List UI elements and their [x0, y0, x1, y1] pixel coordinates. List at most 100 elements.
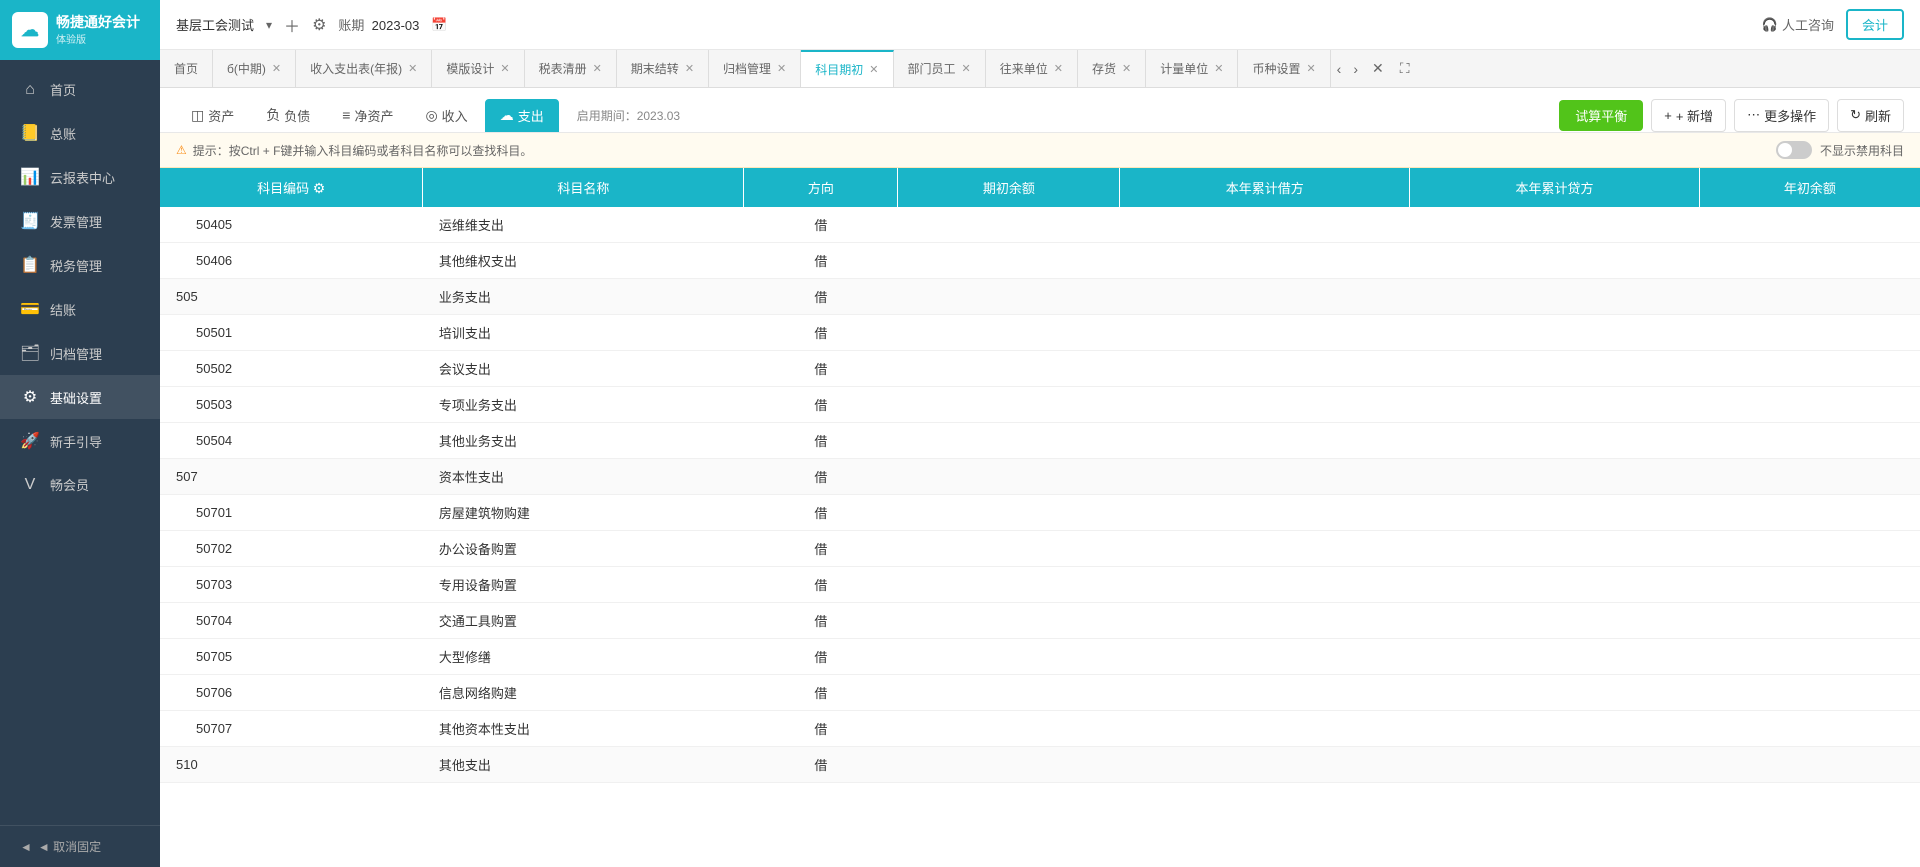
cell-ytd-debit: [1120, 603, 1410, 639]
table-row[interactable]: 50705 大型修缮 借: [160, 639, 1920, 675]
sidebar-item-invoice[interactable]: 🧾发票管理: [0, 199, 160, 243]
period-text: 账期: [338, 18, 364, 33]
tab-income[interactable]: 收入支出表(年报)✕: [296, 50, 432, 87]
add-tab-button[interactable]: ＋: [284, 13, 300, 37]
tab-prev-button[interactable]: ‹: [1331, 50, 1348, 88]
sidebar-item-settle[interactable]: 💳结账: [0, 287, 160, 331]
tab-yearend[interactable]: 期末结转✕: [617, 50, 709, 87]
tab-taxclear[interactable]: 税表清册✕: [525, 50, 617, 87]
tab-close-income[interactable]: ✕: [408, 62, 417, 75]
sidebar-item-home[interactable]: ⌂首页: [0, 68, 160, 111]
tab-home[interactable]: 首页: [160, 50, 213, 87]
cell-direction: 借: [744, 603, 898, 639]
topbar: 基层工会测试 ▾ ＋ ⚙ 账期 2023-03 📅 🎧 人工咨询 会计: [160, 0, 1920, 50]
table-row[interactable]: 50504 其他业务支出 借: [160, 423, 1920, 459]
tab-close-template[interactable]: ✕: [500, 62, 509, 75]
subtab-income2[interactable]: ◎收入: [410, 99, 482, 132]
table-row[interactable]: 50704 交通工具购置 借: [160, 603, 1920, 639]
sidebar-item-member[interactable]: V畅会员: [0, 463, 160, 506]
calendar-icon[interactable]: 📅: [431, 17, 447, 33]
tab-archivemgr[interactable]: 归档管理✕: [709, 50, 801, 87]
balance-button[interactable]: 试算平衡: [1559, 100, 1643, 131]
cell-ytd-debit: [1120, 243, 1410, 279]
sidebar-item-guide[interactable]: 🚀新手引导: [0, 419, 160, 463]
cell-opening: [898, 567, 1120, 603]
settings-icon[interactable]: ⚙: [312, 15, 326, 35]
invoice-icon: 🧾: [20, 211, 40, 231]
sidebar-footer[interactable]: ◄ ◄ 取消固定: [0, 825, 160, 867]
cell-code: 50504: [160, 423, 423, 459]
add-button[interactable]: + + 新增: [1651, 99, 1726, 132]
tab-close-yearend[interactable]: ✕: [685, 62, 694, 75]
cell-ytd-credit: [1410, 387, 1700, 423]
service-button[interactable]: 🎧 人工咨询: [1762, 15, 1834, 34]
table-row[interactable]: 50502 会议支出 借: [160, 351, 1920, 387]
tab-interim[interactable]: б(中期)✕: [213, 50, 296, 87]
tab-close-currency[interactable]: ✕: [1306, 62, 1315, 75]
cell-code: 50405: [160, 207, 423, 243]
account-button[interactable]: 会计: [1846, 9, 1904, 40]
table-row[interactable]: 50405 运维维支出 借: [160, 207, 1920, 243]
table-row[interactable]: 50707 其他资本性支出 借: [160, 711, 1920, 747]
tab-next-button[interactable]: ›: [1347, 50, 1364, 88]
tab-close-stock[interactable]: ✕: [1122, 62, 1131, 75]
table-row[interactable]: 50501 培训支出 借: [160, 315, 1920, 351]
tab-close-subject[interactable]: ✕: [869, 63, 878, 76]
cell-opening: [898, 315, 1120, 351]
cell-ytd-credit: [1410, 423, 1700, 459]
refresh-button[interactable]: ↻ 刷新: [1837, 99, 1904, 132]
org-dropdown-icon[interactable]: ▾: [266, 18, 272, 32]
tab-unit[interactable]: 计量单位✕: [1146, 50, 1238, 87]
cell-year-opening: [1699, 351, 1920, 387]
tab-currency[interactable]: 币种设置✕: [1238, 50, 1330, 87]
hint-bar: ⚠ 提示：按Ctrl + F键并输入科目编码或者科目名称可以查找科目。 不显示禁…: [160, 133, 1920, 168]
subtab-expense[interactable]: ☁支出: [485, 99, 559, 132]
subject-table: 科目编码 ⚙ 科目名称 方向 期初余额 本年累计借方 本年累计贷方 年初余额 5…: [160, 168, 1920, 783]
cell-ytd-debit: [1120, 207, 1410, 243]
tab-close-unit[interactable]: ✕: [1214, 62, 1223, 75]
table-row[interactable]: 50702 办公设备购置 借: [160, 531, 1920, 567]
cell-direction: 借: [744, 459, 898, 495]
table-row[interactable]: 50703 专用设备购置 借: [160, 567, 1920, 603]
sidebar-item-ledger[interactable]: 📒总账: [0, 111, 160, 155]
cell-ytd-credit: [1410, 675, 1700, 711]
tab-close-archivemgr[interactable]: ✕: [777, 62, 786, 75]
tabbar: 首页б(中期)✕收入支出表(年报)✕模版设计✕税表清册✕期末结转✕归档管理✕科目…: [160, 50, 1920, 88]
expand-icon[interactable]: ⛶: [1392, 60, 1418, 77]
subtab-label-expense: 支出: [518, 106, 544, 125]
table-row[interactable]: 50706 信息网络购建 借: [160, 675, 1920, 711]
column-settings-icon[interactable]: ⚙: [313, 180, 326, 196]
subtab-equity[interactable]: ≡净资产: [327, 99, 408, 132]
close-all-tabs-button[interactable]: ✕: [1364, 60, 1392, 77]
tab-close-interim[interactable]: ✕: [272, 62, 281, 75]
table-row[interactable]: 510 其他支出 借: [160, 747, 1920, 783]
sidebar-item-archive[interactable]: 🗂归档管理: [0, 331, 160, 375]
tab-stock[interactable]: 存货✕: [1078, 50, 1146, 87]
period-label: 账期 2023-03: [338, 15, 419, 34]
table-row[interactable]: 50406 其他维权支出 借: [160, 243, 1920, 279]
tab-subject[interactable]: 科目期初✕: [801, 50, 893, 87]
sidebar-item-basic[interactable]: ⚙基础设置: [0, 375, 160, 419]
disabled-toggle[interactable]: [1776, 141, 1812, 159]
tab-close-partner[interactable]: ✕: [1054, 62, 1063, 75]
cell-name: 会议支出: [423, 351, 744, 387]
cell-year-opening: [1699, 567, 1920, 603]
table-row[interactable]: 50503 专项业务支出 借: [160, 387, 1920, 423]
tab-template[interactable]: 模版设计✕: [432, 50, 524, 87]
sidebar-item-reports[interactable]: 📊云报表中心: [0, 155, 160, 199]
tab-close-dept[interactable]: ✕: [962, 62, 971, 75]
subtab-liability[interactable]: 负负债: [251, 98, 325, 132]
table-row[interactable]: 50701 房屋建筑物购建 借: [160, 495, 1920, 531]
table-row[interactable]: 507 资本性支出 借: [160, 459, 1920, 495]
table-row[interactable]: 505 业务支出 借: [160, 279, 1920, 315]
sidebar-item-tax[interactable]: 📋税务管理: [0, 243, 160, 287]
equity-icon: ≡: [342, 107, 350, 123]
more-button[interactable]: ⋯ 更多操作: [1734, 99, 1829, 132]
cell-year-opening: [1699, 243, 1920, 279]
cell-opening: [898, 387, 1120, 423]
tab-dept[interactable]: 部门员工✕: [894, 50, 986, 87]
logo-text: 畅捷通好会计 体验版: [56, 14, 140, 46]
subtab-asset[interactable]: ◫资产: [176, 99, 249, 132]
tab-partner[interactable]: 往来单位✕: [986, 50, 1078, 87]
tab-close-taxclear[interactable]: ✕: [593, 62, 602, 75]
